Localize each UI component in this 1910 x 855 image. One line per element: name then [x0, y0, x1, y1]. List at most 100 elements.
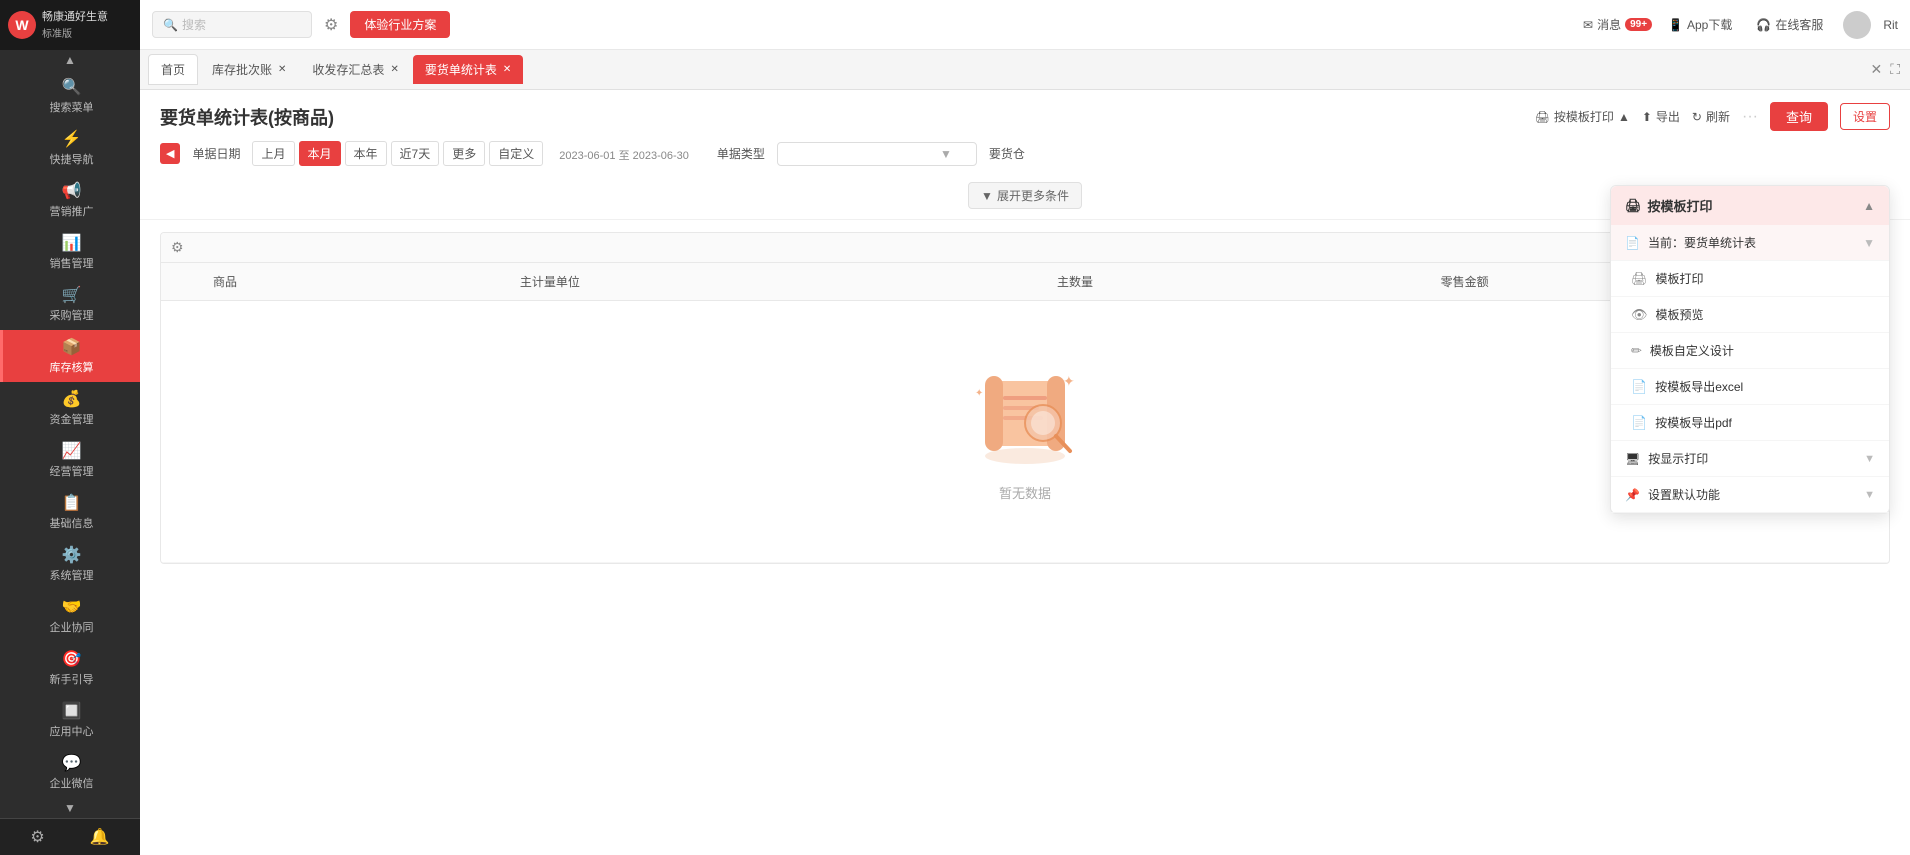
sidebar-item-inventory[interactable]: 📦 库存核算	[0, 330, 140, 382]
dropdown-item-template-pdf[interactable]: 📄 按模板导出pdf	[1611, 405, 1889, 441]
svg-text:✦: ✦	[1063, 373, 1075, 389]
sidebar-item-purchase[interactable]: 🛒 采购管理	[0, 278, 140, 330]
col-checkbox	[161, 263, 201, 301]
tab-receipt-summary-close[interactable]: ✕	[390, 64, 398, 75]
date-btn-7days[interactable]: 近7天	[391, 141, 440, 166]
dropdown-preview-icon: 👁	[1631, 307, 1648, 323]
sidebar-item-basic[interactable]: 📋 基础信息	[0, 486, 140, 538]
table-settings-icon[interactable]: ⚙	[171, 239, 184, 256]
sidebar-item-sales[interactable]: 📊 销售管理	[0, 226, 140, 278]
sidebar-item-system-label: 系统管理	[50, 567, 94, 583]
industry-solution-button[interactable]: 体验行业方案	[350, 11, 450, 38]
messages-button[interactable]: ✉ 消息 99+	[1583, 16, 1652, 33]
tab-home[interactable]: 首页	[148, 54, 198, 85]
sidebar-item-enterprise[interactable]: 🤝 企业协同	[0, 590, 140, 642]
svg-text:✦: ✦	[975, 388, 983, 399]
content-area: 要货单统计表(按商品) 🖨 按模板打印 ▲ ⬆ 导出 ↻ 刷新 ··· 查询	[140, 90, 1910, 855]
date-btn-this-month[interactable]: 本月	[299, 141, 341, 166]
sidebar-item-guide[interactable]: 🎯 新手引导	[0, 642, 140, 694]
sidebar-item-shortcut[interactable]: ⚡ 快捷导航	[0, 122, 140, 174]
operation-icon: 📈	[62, 441, 82, 461]
dropdown-default-icon: 📌	[1625, 488, 1640, 502]
date-btn-last-month[interactable]: 上月	[252, 141, 294, 166]
expand-icon: ▼	[981, 189, 993, 203]
col-product: 商品	[201, 263, 508, 301]
sidebar: W 畅康通好生意 标准版 ▲ 🔍 搜索菜单 ⚡ 快捷导航 📢 营销推广 📊 销售…	[0, 0, 140, 855]
query-button[interactable]: 查询	[1770, 102, 1828, 131]
sidebar-nav: 🔍 搜索菜单 ⚡ 快捷导航 📢 营销推广 📊 销售管理 🛒 采购管理 📦 库存核…	[0, 70, 140, 798]
dropdown-item-template-preview[interactable]: 👁 模板预览	[1611, 297, 1889, 333]
refresh-button[interactable]: ↻ 刷新	[1692, 108, 1730, 125]
date-btn-more[interactable]: 更多	[443, 141, 485, 166]
sidebar-item-shortcut-label: 快捷导航	[50, 151, 94, 167]
col-unit: 主计量单位	[508, 263, 1045, 301]
print-dropdown-arrow: ▲	[1618, 110, 1630, 124]
search-icon: 🔍	[163, 18, 178, 32]
dropdown-item-template-design[interactable]: ✏ 模板自定义设计	[1611, 333, 1889, 369]
user-avatar[interactable]	[1843, 11, 1871, 39]
tab-inventory-batch-close[interactable]: ✕	[278, 64, 286, 75]
search-placeholder: 搜索	[182, 16, 206, 33]
tab-inventory-batch-label: 库存批次账	[212, 61, 272, 78]
date-btn-this-year[interactable]: 本年	[345, 141, 387, 166]
dropdown-template-pdf-label: 按模板导出pdf	[1655, 414, 1732, 431]
sound-icon[interactable]: 🔔	[90, 827, 110, 847]
dropdown-display-arrow: ▼	[1864, 453, 1875, 465]
page-title: 要货单统计表(按商品)	[160, 104, 334, 130]
global-search[interactable]: 🔍 搜索	[152, 11, 312, 38]
app-download-button[interactable]: 📱 App下载	[1668, 16, 1732, 33]
col-quantity: 主数量	[1045, 263, 1429, 301]
expand-more-btn[interactable]: ▼ 展开更多条件	[968, 182, 1082, 209]
sidebar-item-enterprise-label: 企业协同	[50, 619, 94, 635]
export-button[interactable]: ⬆ 导出	[1642, 108, 1680, 125]
dropdown-collapse-arrow[interactable]: ▲	[1863, 199, 1875, 213]
dropdown-group-default-function[interactable]: 📌 设置默认功能 ▼	[1611, 477, 1889, 513]
main-area: 🔍 搜索 ⚙ 体验行业方案 ✉ 消息 99+ 📱 App下载 🎧 在线客服 Ri…	[140, 0, 1910, 855]
sidebar-scroll-down[interactable]: ▼	[0, 798, 140, 818]
tab-close-window-icon[interactable]: ✕	[1868, 59, 1884, 80]
dropdown-current-template[interactable]: 📄 当前：要货单统计表 ▼	[1611, 225, 1889, 261]
tab-receipt-summary[interactable]: 收发存汇总表 ✕	[300, 55, 410, 84]
dropdown-excel-icon: 📄	[1631, 379, 1647, 395]
messages-icon: ✉	[1583, 18, 1593, 32]
topbar-settings-icon[interactable]: ⚙	[324, 15, 338, 35]
refresh-label: 刷新	[1706, 108, 1730, 125]
system-icon: ⚙️	[62, 545, 82, 565]
print-dropdown-menu: 🖨 按模板打印 ▲ 📄 当前：要货单统计表 ▼ 🖨 模板打印 👁 模板预览	[1610, 185, 1890, 514]
settings-button[interactable]: 设置	[1840, 103, 1890, 130]
dropdown-display-icon: 🖥	[1625, 452, 1640, 466]
dropdown-group-display-print[interactable]: 🖥 按显示打印 ▼	[1611, 441, 1889, 477]
dropdown-default-arrow: ▼	[1864, 489, 1875, 501]
sidebar-item-apps[interactable]: 🔲 应用中心	[0, 694, 140, 746]
sidebar-item-wechat[interactable]: 💬 企业微信	[0, 746, 140, 798]
sidebar-item-system[interactable]: ⚙️ 系统管理	[0, 538, 140, 590]
sidebar-scroll-up[interactable]: ▲	[0, 50, 140, 70]
dropdown-template-excel-label: 按模板导出excel	[1655, 378, 1743, 395]
tab-maximize-icon[interactable]: ⛶	[1888, 59, 1902, 80]
sidebar-item-operation[interactable]: 📈 经营管理	[0, 434, 140, 486]
date-range-text: 2023-06-01 至 2023-06-30	[559, 147, 689, 163]
date-btn-custom[interactable]: 自定义	[489, 141, 543, 166]
tab-inventory-batch[interactable]: 库存批次账 ✕	[200, 55, 298, 84]
dropdown-default-label: 设置默认功能	[1648, 486, 1720, 503]
online-support-button[interactable]: 🎧 在线客服	[1756, 16, 1823, 33]
filter-row: ◀ 单据日期 上月 本月 本年 近7天 更多 自定义 2023-06-01 至 …	[160, 141, 1890, 166]
sidebar-item-operation-label: 经营管理	[50, 463, 94, 479]
dropdown-item-template-excel[interactable]: 📄 按模板导出excel	[1611, 369, 1889, 405]
sidebar-item-finance[interactable]: 💰 资金管理	[0, 382, 140, 434]
filter-collapse-btn[interactable]: ◀	[160, 143, 180, 164]
type-select[interactable]: ▼	[777, 142, 977, 166]
dropdown-item-template-print[interactable]: 🖨 模板打印	[1611, 261, 1889, 297]
username-label[interactable]: Rit	[1883, 18, 1898, 32]
page-actions: 🖨 按模板打印 ▲ ⬆ 导出 ↻ 刷新 ··· 查询 设置	[1535, 102, 1890, 131]
sidebar-item-search-label: 搜索菜单	[50, 99, 94, 115]
print-dropdown-trigger[interactable]: 🖨 按模板打印 ▲	[1535, 108, 1630, 125]
sidebar-item-search[interactable]: 🔍 搜索菜单	[0, 70, 140, 122]
settings-icon[interactable]: ⚙	[30, 827, 44, 847]
sidebar-bottom: ⚙ 🔔	[0, 818, 140, 855]
dropdown-template-preview-label: 模板预览	[1656, 306, 1704, 323]
tab-order-stats[interactable]: 要货单统计表 ✕	[413, 55, 523, 84]
sidebar-item-marketing[interactable]: 📢 营销推广	[0, 174, 140, 226]
tab-order-stats-close[interactable]: ✕	[503, 64, 511, 75]
tab-window-controls: ✕ ⛶	[1868, 59, 1902, 80]
